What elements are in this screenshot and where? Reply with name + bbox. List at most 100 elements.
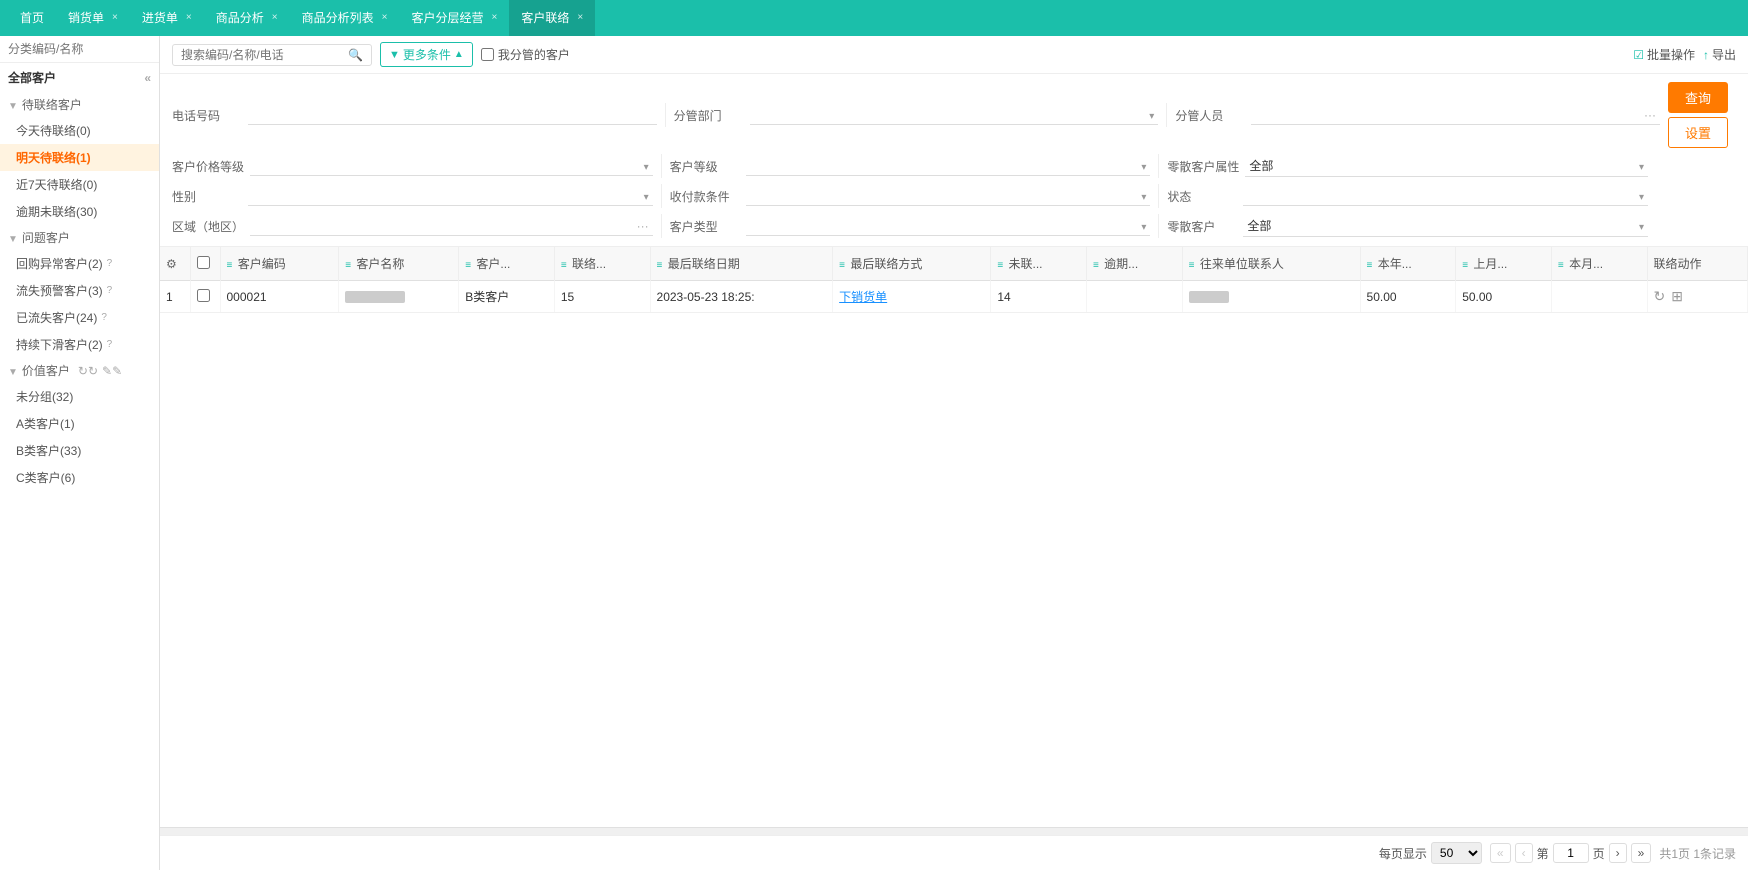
- content-area: 🔍 ▼ 更多条件 ▲ 我分管的客户 ☑ 批量操作 ↑ 导出: [160, 36, 1748, 870]
- sort-unit-contact-icon: ≡: [1189, 260, 1195, 271]
- select-all-checkbox[interactable]: [197, 256, 210, 269]
- col-this-month-header[interactable]: ≡ 本月...: [1551, 247, 1647, 281]
- col-contact-count-header[interactable]: ≡ 联络...: [554, 247, 650, 281]
- gear-settings-icon[interactable]: ⚙: [166, 257, 177, 271]
- filter-gender-select[interactable]: [248, 187, 653, 206]
- col-action-header: 联络动作: [1647, 247, 1747, 281]
- filter-retail-customer-label: 零散客户: [1167, 218, 1237, 235]
- query-button[interactable]: 查询: [1668, 82, 1728, 113]
- col-code-header[interactable]: ≡ 客户编码: [220, 247, 339, 281]
- row-select-checkbox[interactable]: [197, 289, 210, 302]
- sidebar-item-today-contact[interactable]: 今天待联络(0): [0, 117, 159, 144]
- filter-customer-type-label: 客户类型: [670, 218, 740, 235]
- sidebar-collapse-icon[interactable]: «: [144, 71, 151, 85]
- filter-divider-4: [1158, 154, 1159, 178]
- settings-button[interactable]: 设置: [1668, 117, 1728, 148]
- sort-last-contact-type-icon: ≡: [839, 260, 845, 271]
- nav-customer-tiers[interactable]: 客户分层经营 ×: [399, 0, 509, 36]
- col-this-year-header[interactable]: ≡ 本年...: [1360, 247, 1456, 281]
- more-conditions-button[interactable]: ▼ 更多条件 ▲: [380, 42, 473, 67]
- export-button[interactable]: ↑ 导出: [1703, 46, 1736, 63]
- toolbar-search-input[interactable]: [181, 48, 344, 62]
- sidebar-search-input[interactable]: [8, 42, 160, 56]
- nav-product-analysis[interactable]: 商品分析 ×: [204, 0, 290, 36]
- nav-close-product-analysis[interactable]: ×: [272, 0, 278, 36]
- filter-divider-2: [1166, 103, 1167, 127]
- help-icon-repurchase[interactable]: ?: [107, 258, 113, 269]
- row-overdue: [1086, 281, 1182, 313]
- sidebar-all-customers[interactable]: 全部客户 «: [0, 63, 159, 92]
- pending-group-arrow[interactable]: [8, 98, 18, 112]
- filter-retail-customer-select[interactable]: 全部: [1243, 215, 1648, 237]
- filter-price-level-select[interactable]: [250, 157, 653, 176]
- toolbar-search-icon[interactable]: 🔍: [348, 48, 363, 62]
- filter-payment-select[interactable]: [746, 187, 1151, 206]
- filter-phone-input[interactable]: [248, 106, 657, 125]
- filter-divider-8: [1158, 214, 1159, 238]
- top-nav: 首页 销货单 × 进货单 × 商品分析 × 商品分析列表 × 客户分层经营 × …: [0, 0, 1748, 36]
- nav-close-customer-contact[interactable]: ×: [577, 0, 583, 36]
- sidebar-item-ungrouped[interactable]: 未分组(32): [0, 383, 159, 410]
- sidebar-item-repurchase-abnormal[interactable]: 回购异常客户(2) ?: [0, 250, 159, 277]
- nav-close-product-analysis-list[interactable]: ×: [382, 0, 388, 36]
- col-last-contact-type-header[interactable]: ≡ 最后联络方式: [833, 247, 991, 281]
- filter-manager-select[interactable]: ···: [1251, 106, 1660, 125]
- filter-retail-attr-select[interactable]: 全部: [1245, 155, 1648, 177]
- sidebar-item-churned[interactable]: 已流失客户(24) ?: [0, 304, 159, 331]
- nav-close-customer-tiers[interactable]: ×: [491, 0, 497, 36]
- sidebar-item-tomorrow-contact[interactable]: 明天待联络(1): [0, 144, 159, 171]
- sidebar-item-c-customers[interactable]: C类客户(6): [0, 464, 159, 491]
- my-customers-checkbox[interactable]: 我分管的客户: [481, 46, 570, 63]
- toolbar: 🔍 ▼ 更多条件 ▲ 我分管的客户 ☑ 批量操作 ↑ 导出: [160, 36, 1748, 74]
- problem-group-arrow[interactable]: [8, 231, 18, 245]
- value-group-refresh-icon[interactable]: ↻: [78, 364, 98, 378]
- footer-prev-page-button[interactable]: ‹: [1515, 843, 1533, 863]
- filter-phone-label: 电话号码: [172, 107, 242, 124]
- filter-status-select[interactable]: [1243, 187, 1648, 206]
- export-icon: ↑: [1703, 48, 1709, 62]
- batch-operations-button[interactable]: ☑ 批量操作: [1633, 46, 1695, 63]
- my-customers-check[interactable]: [481, 48, 494, 61]
- col-type-header[interactable]: ≡ 客户...: [459, 247, 555, 281]
- footer-next-page-button[interactable]: ›: [1609, 843, 1627, 863]
- filter-customer-type-select[interactable]: [746, 217, 1151, 236]
- nav-purchase-order[interactable]: 进货单 ×: [130, 0, 204, 36]
- filter-row-4: 区域（地区） ··· 客户类型 零散客户: [172, 214, 1736, 238]
- filter-customer-level-select[interactable]: [746, 157, 1151, 176]
- nav-close-purchase-order[interactable]: ×: [186, 0, 192, 36]
- sidebar-item-overdue-contact[interactable]: 逾期未联络(30): [0, 198, 159, 225]
- filter-customer-level-field: 客户等级: [670, 157, 1151, 176]
- value-group-arrow[interactable]: [8, 364, 18, 378]
- col-last-contact-date-header[interactable]: ≡ 最后联络日期: [650, 247, 833, 281]
- action-grid-icon[interactable]: ⊞: [1671, 288, 1683, 305]
- row-last-contact-link[interactable]: 下销货单: [839, 290, 887, 304]
- status-chevron-icon: [1639, 189, 1644, 203]
- col-name-header[interactable]: ≡ 客户名称: [339, 247, 459, 281]
- footer-page-input[interactable]: [1553, 843, 1589, 863]
- sidebar-item-b-customers[interactable]: B类客户(33): [0, 437, 159, 464]
- col-last-month-header[interactable]: ≡ 上月...: [1456, 247, 1552, 281]
- nav-customer-contact[interactable]: 客户联络 ×: [509, 0, 595, 36]
- action-refresh-icon[interactable]: ↻: [1654, 288, 1666, 305]
- sidebar-item-a-customers[interactable]: A类客户(1): [0, 410, 159, 437]
- col-overdue-header[interactable]: ≡ 逾期...: [1086, 247, 1182, 281]
- footer-last-page-button[interactable]: »: [1631, 843, 1652, 863]
- footer-page-size-select[interactable]: 50 100 200: [1431, 842, 1482, 864]
- filter-region-select[interactable]: ···: [250, 217, 653, 236]
- col-unit-contact-header[interactable]: ≡ 往来单位联系人: [1182, 247, 1360, 281]
- filter-dept-select[interactable]: [750, 106, 1159, 125]
- help-icon-declining[interactable]: ?: [107, 339, 113, 350]
- help-icon-churn-warning[interactable]: ?: [107, 285, 113, 296]
- horizontal-scrollbar[interactable]: [160, 827, 1748, 835]
- value-group-edit-icon[interactable]: ✎: [102, 364, 122, 378]
- help-icon-churned[interactable]: ?: [101, 312, 107, 323]
- sidebar-item-declining[interactable]: 持续下滑客户(2) ?: [0, 331, 159, 358]
- nav-home[interactable]: 首页: [8, 0, 56, 36]
- footer-first-page-button[interactable]: «: [1490, 843, 1511, 863]
- nav-product-analysis-list[interactable]: 商品分析列表 ×: [290, 0, 400, 36]
- nav-sales-order[interactable]: 销货单 ×: [56, 0, 130, 36]
- col-uncontacted-header[interactable]: ≡ 未联...: [991, 247, 1087, 281]
- nav-close-sales-order[interactable]: ×: [112, 0, 118, 36]
- sidebar-item-churn-warning[interactable]: 流失预警客户(3) ?: [0, 277, 159, 304]
- sidebar-item-7days-contact[interactable]: 近7天待联络(0): [0, 171, 159, 198]
